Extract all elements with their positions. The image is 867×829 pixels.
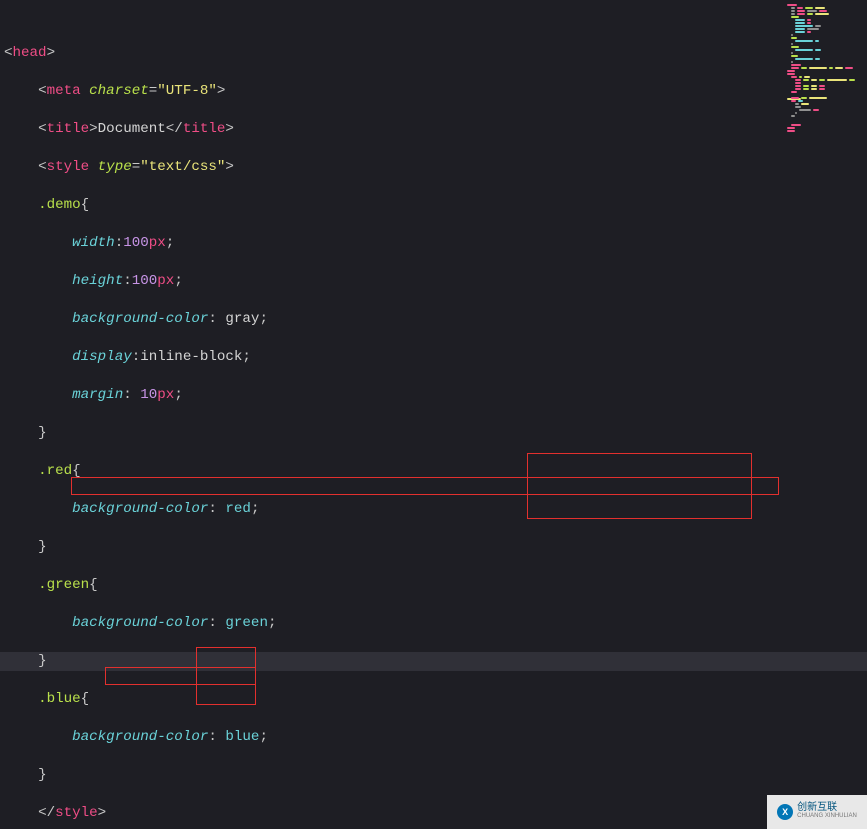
watermark-logo-icon: X: [777, 804, 793, 820]
prop-width: width: [72, 235, 115, 251]
prop-bgcolor-green: background-color: [72, 615, 208, 631]
tag-head-open: head: [13, 45, 47, 61]
tag-title-close: title: [183, 121, 226, 137]
tag-title-open: title: [47, 121, 90, 137]
attr-charset: charset: [89, 83, 149, 99]
sel-blue: .blue: [38, 691, 81, 707]
sel-demo: .demo: [38, 197, 81, 213]
prop-bgcolor-gray: background-color: [72, 311, 208, 327]
val-blue: blue: [225, 729, 259, 745]
prop-display: display: [72, 349, 132, 365]
watermark-logo: X 创新互联CHUANG XINHULIAN: [767, 795, 867, 829]
watermark-logo-subtext: CHUANG XINHULIAN: [797, 812, 857, 821]
prop-height: height: [72, 273, 123, 289]
prop-bgcolor-red: background-color: [72, 501, 208, 517]
unit-px1: px: [149, 235, 166, 251]
unit-px2: px: [157, 273, 174, 289]
num-10: 10: [140, 387, 157, 403]
minimap[interactable]: [787, 4, 859, 133]
unit-px3: px: [157, 387, 174, 403]
code-editor[interactable]: <head> <meta charset="UTF-8"> <title>Doc…: [0, 0, 867, 829]
val-green: green: [225, 615, 268, 631]
num-100a: 100: [123, 235, 149, 251]
tag-style-open: style: [47, 159, 90, 175]
attr-type: type: [98, 159, 132, 175]
val-textcss: "text/css": [140, 159, 225, 175]
title-text: Document: [98, 121, 166, 137]
val-red: red: [225, 501, 251, 517]
tag-style-close: style: [55, 805, 98, 821]
sel-green: .green: [38, 577, 89, 593]
tag-meta: meta: [47, 83, 81, 99]
num-100b: 100: [132, 273, 158, 289]
val-inlineblock: inline-block: [140, 349, 242, 365]
val-gray: gray: [225, 311, 259, 327]
val-utf8: "UTF-8": [157, 83, 217, 99]
sel-red: .red: [38, 463, 72, 479]
prop-bgcolor-blue: background-color: [72, 729, 208, 745]
prop-margin: margin: [72, 387, 123, 403]
